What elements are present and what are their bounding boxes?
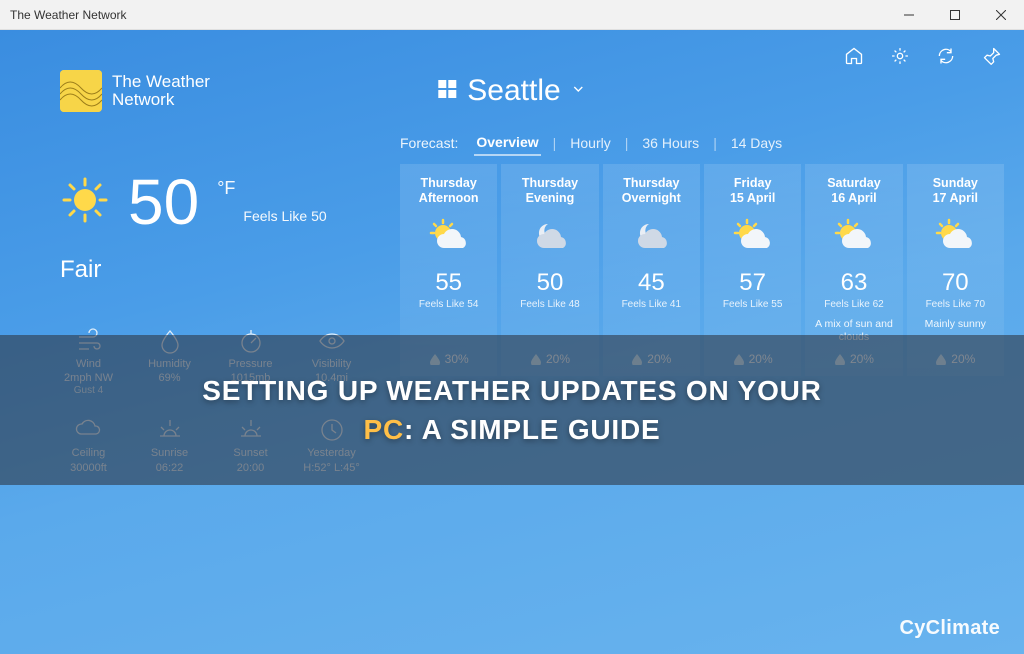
overlay-headline: SETTING UP WEATHER UPDATES ON YOUR PC: A… — [202, 371, 821, 449]
close-icon — [996, 10, 1006, 20]
current-condition: Fair — [60, 256, 327, 284]
card-temp: 70 — [942, 269, 969, 297]
card-title: Sunday17 April — [933, 176, 978, 208]
gear-icon — [890, 46, 910, 66]
location-grid-icon — [437, 79, 457, 104]
card-title: ThursdayOvernight — [622, 176, 681, 208]
card-feels-like: Feels Like 62 — [824, 299, 883, 310]
card-feels-like: Feels Like 54 — [419, 299, 478, 310]
window-controls — [886, 0, 1024, 30]
watermark: CyClimate — [899, 617, 1000, 640]
refresh-icon — [936, 46, 956, 66]
brand-logo: The Weather Network — [60, 70, 210, 112]
brand-logo-text: The Weather Network — [112, 73, 210, 109]
window-titlebar: The Weather Network — [0, 0, 1024, 30]
tabs-label: Forecast: — [400, 135, 458, 151]
weather-icon — [733, 218, 773, 263]
tab-14days[interactable]: 14 Days — [729, 131, 784, 155]
forecast-tabs: Forecast: Overview | Hourly | 36 Hours |… — [400, 130, 784, 156]
current-temperature: 50 — [128, 170, 199, 234]
weather-icon — [530, 218, 570, 263]
overlay-line1: SETTING UP WEATHER UPDATES ON YOUR — [202, 375, 821, 406]
brand-logo-icon — [60, 70, 102, 112]
settings-button[interactable] — [880, 38, 920, 74]
card-feels-like: Feels Like 70 — [926, 299, 985, 310]
home-button[interactable] — [834, 38, 874, 74]
weather-icon — [834, 218, 874, 263]
card-temp: 57 — [739, 269, 766, 297]
window-close-button[interactable] — [978, 0, 1024, 30]
window-title: The Weather Network — [0, 8, 127, 22]
overlay-line2-rest: : A SIMPLE GUIDE — [404, 414, 661, 445]
window-minimize-button[interactable] — [886, 0, 932, 30]
card-temp: 63 — [841, 269, 868, 297]
card-title: ThursdayEvening — [522, 176, 578, 208]
chevron-down-icon — [571, 81, 587, 102]
card-temp: 50 — [537, 269, 564, 297]
tab-36hours[interactable]: 36 Hours — [640, 131, 701, 155]
weather-icon — [631, 218, 671, 263]
tab-hourly[interactable]: Hourly — [568, 131, 612, 155]
card-title: Friday15 April — [730, 176, 775, 208]
maximize-icon — [950, 10, 960, 20]
temperature-unit: °F — [217, 178, 235, 199]
card-title: ThursdayAfternoon — [419, 176, 479, 208]
tab-overview[interactable]: Overview — [474, 130, 540, 156]
overlay-pc-word: PC — [363, 414, 404, 445]
card-feels-like: Feels Like 55 — [723, 299, 782, 310]
refresh-button[interactable] — [926, 38, 966, 74]
sun-icon — [60, 175, 110, 230]
app-body: The Weather Network Seattle Forecast: Ov… — [0, 30, 1024, 654]
home-icon — [844, 46, 864, 66]
feels-like: Feels Like 50 — [243, 208, 326, 224]
card-title: Saturday16 April — [827, 176, 881, 208]
brand-line1: The Weather — [112, 73, 210, 91]
card-temp: 55 — [435, 269, 462, 297]
current-conditions: 50 °F Feels Like 50 Fair — [60, 170, 327, 284]
pin-button[interactable] — [972, 38, 1012, 74]
brand-line2: Network — [112, 91, 210, 109]
location-name: Seattle — [467, 74, 560, 108]
window-maximize-button[interactable] — [932, 0, 978, 30]
weather-icon — [429, 218, 469, 263]
card-temp: 45 — [638, 269, 665, 297]
minimize-icon — [904, 10, 914, 20]
app-toolbar — [822, 30, 1024, 82]
card-feels-like: Feels Like 48 — [520, 299, 579, 310]
card-feels-like: Feels Like 41 — [622, 299, 681, 310]
location-selector[interactable]: Seattle — [437, 74, 586, 108]
weather-icon — [935, 218, 975, 263]
pin-icon — [982, 46, 1002, 66]
article-overlay-banner: SETTING UP WEATHER UPDATES ON YOUR PC: A… — [0, 335, 1024, 485]
